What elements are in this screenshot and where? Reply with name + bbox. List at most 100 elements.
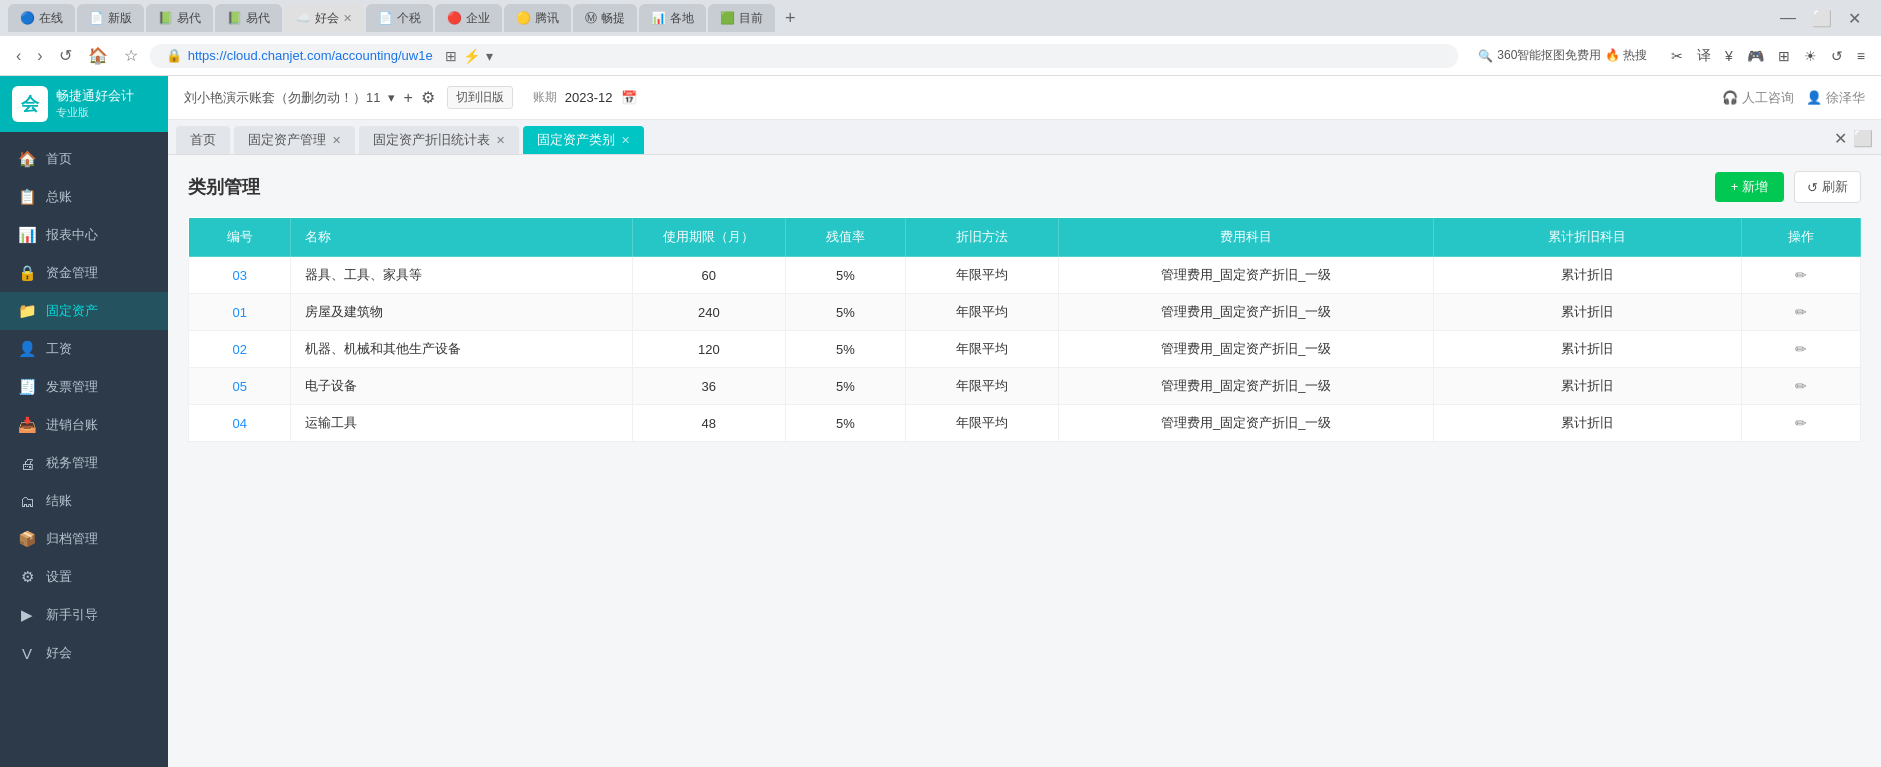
tab-home[interactable]: 首页: [176, 126, 230, 154]
sidebar-item-ledger[interactable]: 📋 总账: [0, 178, 168, 216]
menu-icon[interactable]: ≡: [1853, 46, 1869, 66]
calendar-icon[interactable]: 📅: [621, 90, 637, 105]
window-minimize[interactable]: —: [1776, 9, 1800, 27]
tab-close-5[interactable]: ✕: [343, 12, 352, 25]
game-icon[interactable]: 🎮: [1743, 46, 1768, 66]
cell-name-3: 电子设备: [291, 368, 632, 405]
tabs-right-controls: ✕ ⬜: [1834, 129, 1873, 152]
switch-old-version-button[interactable]: 切到旧版: [447, 86, 513, 109]
sidebar-item-archive[interactable]: 📦 归档管理: [0, 520, 168, 558]
url-box[interactable]: 🔒 https://cloud.chanjet.com/accounting/u…: [150, 44, 1459, 68]
sidebar-item-settings[interactable]: ⚙ 设置: [0, 558, 168, 596]
tabs-bar: 首页 固定资产管理 ✕ 固定资产折旧统计表 ✕ 固定资产类别 ✕ ✕ ⬜: [168, 120, 1881, 155]
edit-button-1[interactable]: ✏: [1795, 304, 1807, 320]
tab-fixed-assets-manage[interactable]: 固定资产管理 ✕: [234, 126, 355, 154]
settings-nav-icon: ⚙: [18, 568, 36, 586]
sidebar-item-home[interactable]: 🏠 首页: [0, 140, 168, 178]
browser-tab-8[interactable]: 🟡 腾讯: [504, 4, 571, 32]
refresh-icon: ↺: [1807, 180, 1818, 195]
undo-icon[interactable]: ↺: [1827, 46, 1847, 66]
cell-op-0: ✏: [1741, 257, 1860, 294]
sidebar-item-salary[interactable]: 👤 工资: [0, 330, 168, 368]
browser-tab-2[interactable]: 📄 新版: [77, 4, 144, 32]
col-header-name: 名称: [291, 218, 632, 257]
code-link-2[interactable]: 02: [232, 342, 246, 357]
sidebar-item-tax[interactable]: 🖨 税务管理: [0, 444, 168, 482]
haohui-nav-icon: V: [18, 645, 36, 662]
settings-icon[interactable]: ⚙: [421, 88, 435, 107]
page-title-row: 类别管理 + 新增 ↺ 刷新: [188, 171, 1861, 203]
new-tab-button[interactable]: +: [777, 8, 804, 29]
headset-icon: 🎧: [1722, 90, 1738, 105]
tab-asset-category[interactable]: 固定资产类别 ✕: [523, 126, 644, 154]
browser-tab-9[interactable]: Ⓜ 畅提: [573, 4, 637, 32]
window-close[interactable]: ✕: [1844, 9, 1865, 28]
user-avatar-button[interactable]: 👤 徐泽华: [1806, 89, 1865, 107]
browser-tab-6[interactable]: 📄 个税: [366, 4, 433, 32]
code-link-4[interactable]: 04: [232, 416, 246, 431]
tab-close-depreciation-stats[interactable]: ✕: [496, 134, 505, 147]
browser-tab-3[interactable]: 📗 易代: [146, 4, 213, 32]
browser-tab-4[interactable]: 📗 易代: [215, 4, 282, 32]
tab-close-all-button[interactable]: ✕: [1834, 129, 1847, 148]
sun-icon[interactable]: ☀: [1800, 46, 1821, 66]
cell-name-4: 运输工具: [291, 405, 632, 442]
refresh-button[interactable]: ↺: [55, 46, 76, 65]
home-button[interactable]: 🏠: [84, 46, 112, 65]
cut-icon[interactable]: ✂: [1667, 46, 1687, 66]
table-row: 01 房屋及建筑物 240 5% 年限平均 管理费用_固定资产折旧_一级 累计折…: [189, 294, 1861, 331]
action-buttons: + 新增 ↺ 刷新: [1715, 171, 1861, 203]
browser-tab-5[interactable]: ☁️ 好会 ✕: [284, 4, 364, 32]
window-maximize[interactable]: ⬜: [1808, 9, 1836, 28]
sidebar-item-reports[interactable]: 📊 报表中心: [0, 216, 168, 254]
user-info: 刘小艳演示账套（勿删勿动！）11 ▾ + ⚙: [184, 88, 435, 107]
category-table: 编号 名称 使用期限（月） 残值率 折旧方法 费用科目 累计折旧科目 操作 03…: [188, 217, 1861, 442]
url-dropdown[interactable]: ▾: [486, 48, 493, 64]
tab-close-asset-category[interactable]: ✕: [621, 134, 630, 147]
browser-tab-10[interactable]: 📊 各地: [639, 4, 706, 32]
currency-icon[interactable]: ¥: [1721, 46, 1737, 66]
table-row: 02 机器、机械和其他生产设备 120 5% 年限平均 管理费用_固定资产折旧_…: [189, 331, 1861, 368]
user-dropdown-icon[interactable]: ▾: [388, 90, 395, 105]
add-category-button[interactable]: + 新增: [1715, 172, 1784, 202]
sidebar-item-purchase-sales[interactable]: 📥 进销台账: [0, 406, 168, 444]
cell-rate-0: 5%: [786, 257, 905, 294]
bookmark-button[interactable]: ☆: [120, 46, 142, 65]
forward-button[interactable]: ›: [33, 47, 46, 65]
cell-method-4: 年限平均: [905, 405, 1059, 442]
sidebar-item-tutorial[interactable]: ▶ 新手引导: [0, 596, 168, 634]
tab-close-fixed-assets-manage[interactable]: ✕: [332, 134, 341, 147]
browser-tab-7[interactable]: 🔴 企业: [435, 4, 502, 32]
code-link-0[interactable]: 03: [232, 268, 246, 283]
sidebar-nav: 🏠 首页 📋 总账 📊 报表中心 🔒 资金管理 📁 固定资产 👤 工资: [0, 132, 168, 767]
edit-button-4[interactable]: ✏: [1795, 415, 1807, 431]
sidebar-item-haohui[interactable]: V 好会: [0, 634, 168, 672]
sidebar-item-checkout[interactable]: 🗂 结账: [0, 482, 168, 520]
code-link-3[interactable]: 05: [232, 379, 246, 394]
refresh-page-button[interactable]: ↺ 刷新: [1794, 171, 1861, 203]
sidebar-item-invoices[interactable]: 🧾 发票管理: [0, 368, 168, 406]
table-row: 03 器具、工具、家具等 60 5% 年限平均 管理费用_固定资产折旧_一级 累…: [189, 257, 1861, 294]
tab-expand-button[interactable]: ⬜: [1853, 129, 1873, 148]
edit-button-2[interactable]: ✏: [1795, 341, 1807, 357]
browser-tab-1[interactable]: 🔵 在线: [8, 4, 75, 32]
cell-code-2: 02: [189, 331, 291, 368]
cell-op-2: ✏: [1741, 331, 1860, 368]
browser-tabs: 🔵 在线 📄 新版 📗 易代 📗 易代 ☁️ 好会 ✕ 📄 个税 🔴 企业: [8, 4, 1764, 32]
back-button[interactable]: ‹: [12, 47, 25, 65]
archive-nav-icon: 📦: [18, 530, 36, 548]
col-header-op: 操作: [1741, 218, 1860, 257]
translate-icon[interactable]: 译: [1693, 45, 1715, 67]
code-link-1[interactable]: 01: [232, 305, 246, 320]
edit-button-3[interactable]: ✏: [1795, 378, 1807, 394]
grid-icon[interactable]: ⊞: [1774, 46, 1794, 66]
cell-name-1: 房屋及建筑物: [291, 294, 632, 331]
purchase-sales-nav-icon: 📥: [18, 416, 36, 434]
tab-depreciation-stats[interactable]: 固定资产折旧统计表 ✕: [359, 126, 519, 154]
help-button[interactable]: 🎧 人工咨询: [1722, 89, 1794, 107]
edit-button-0[interactable]: ✏: [1795, 267, 1807, 283]
add-account-button[interactable]: +: [403, 89, 412, 107]
sidebar-item-fixed-assets[interactable]: 📁 固定资产: [0, 292, 168, 330]
sidebar-item-funds[interactable]: 🔒 资金管理: [0, 254, 168, 292]
browser-tab-11[interactable]: 🟩 目前: [708, 4, 775, 32]
